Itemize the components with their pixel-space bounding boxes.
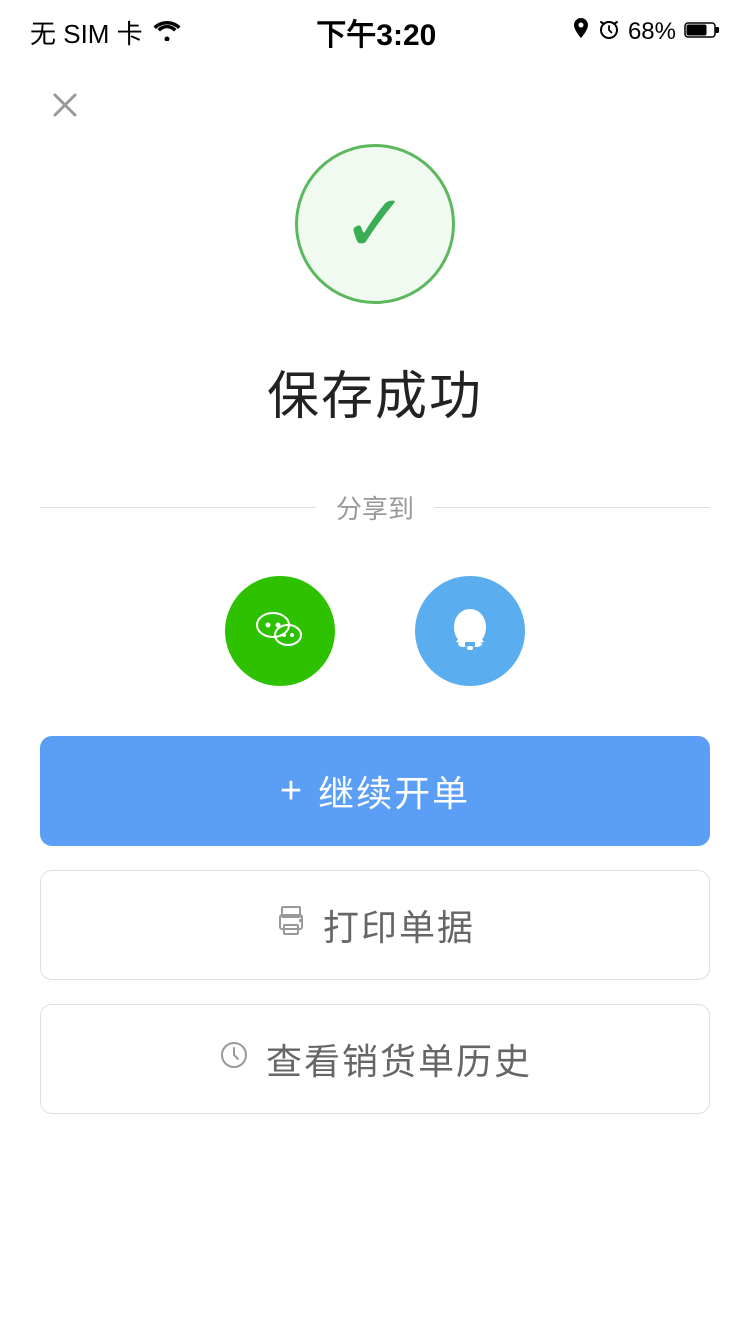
location-icon [572, 18, 590, 47]
share-section: 分享到 [0, 489, 750, 686]
share-qq-button[interactable] [415, 576, 525, 686]
main-content: ✓ 保存成功 分享到 [0, 64, 750, 1114]
share-icons-row [0, 576, 750, 686]
alarm-icon [598, 18, 620, 47]
view-history-button[interactable]: 查看销货单历史 [40, 1004, 710, 1114]
divider-left [40, 507, 316, 508]
history-icon [218, 1039, 250, 1079]
divider-right [434, 507, 710, 508]
print-button[interactable]: 打印单据 [40, 870, 710, 980]
status-right: 68% [572, 18, 720, 47]
status-bar: 无 SIM 卡 下午3:20 68% [0, 0, 750, 64]
share-label: 分享到 [316, 489, 434, 526]
wifi-icon [153, 17, 181, 48]
printer-icon [275, 905, 307, 945]
success-title: 保存成功 [267, 354, 483, 429]
battery-icon [684, 18, 720, 46]
status-time: 下午3:20 [316, 10, 436, 54]
plus-icon: + [280, 770, 302, 813]
continue-order-button[interactable]: + 继续开单 [40, 736, 710, 846]
print-label: 打印单据 [323, 899, 475, 951]
view-history-label: 查看销货单历史 [266, 1033, 532, 1085]
battery-text: 68% [628, 18, 676, 46]
close-button[interactable] [40, 80, 90, 130]
share-wechat-button[interactable] [225, 576, 335, 686]
action-buttons: + 继续开单 打印单据 查看销货单历史 [0, 736, 750, 1114]
no-sim-text: 无 SIM 卡 [30, 14, 143, 51]
checkmark-icon: ✓ [341, 184, 408, 264]
status-left: 无 SIM 卡 [30, 14, 181, 51]
continue-order-label: 继续开单 [318, 765, 470, 817]
share-divider: 分享到 [0, 489, 750, 526]
success-icon-circle: ✓ [295, 144, 455, 304]
